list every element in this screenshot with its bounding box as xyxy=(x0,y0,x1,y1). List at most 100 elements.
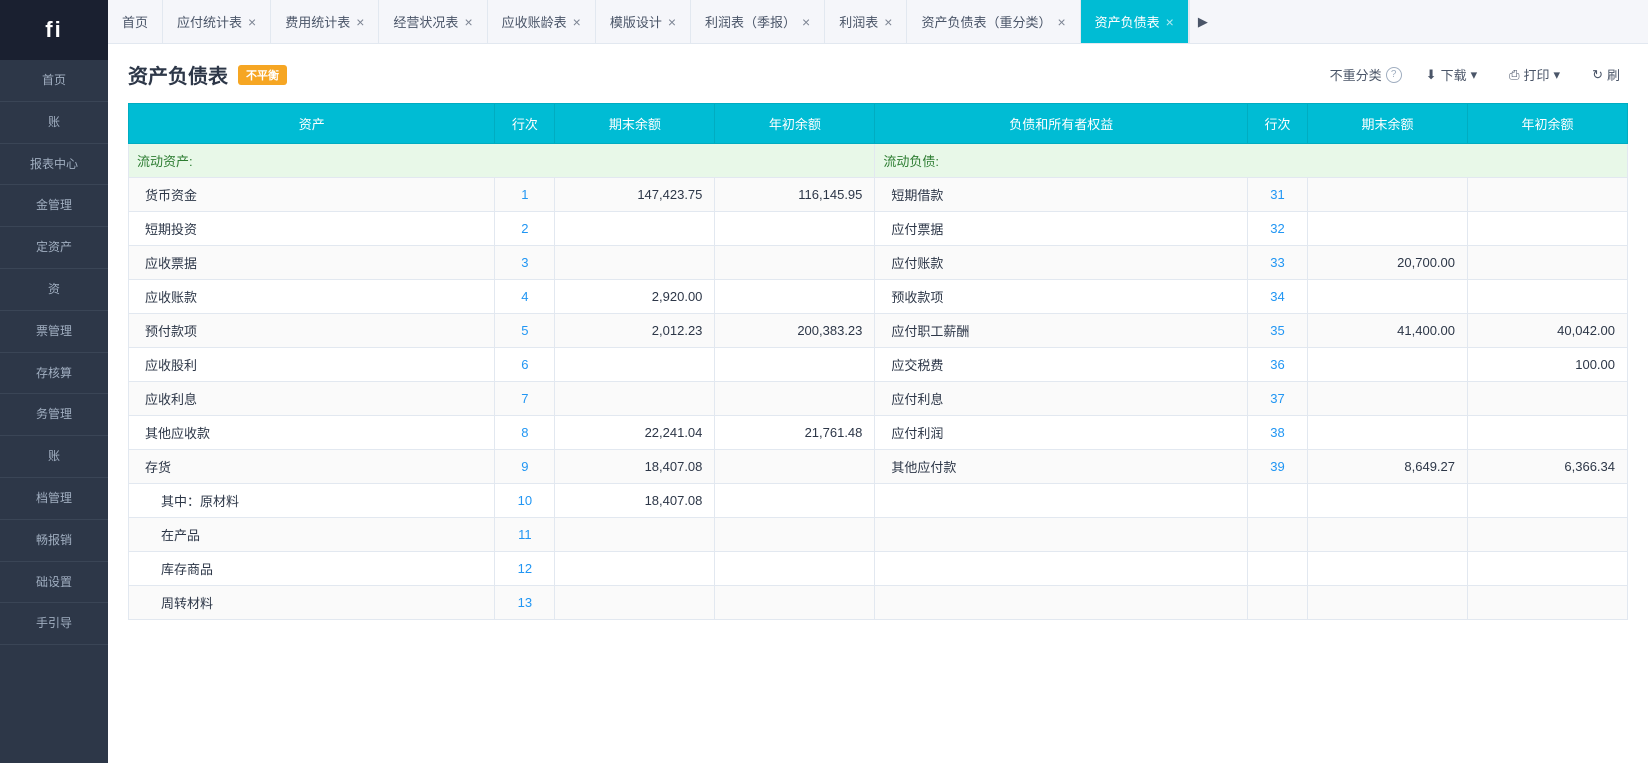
left-name-3[interactable]: 应收票据 xyxy=(129,246,495,280)
right-begin-3[interactable] xyxy=(1468,246,1628,280)
left-begin-9[interactable] xyxy=(715,450,875,484)
right-name-1[interactable]: 短期借款 xyxy=(875,178,1248,212)
left-name-11[interactable]: 在产品 xyxy=(129,518,495,552)
right-end-3[interactable]: 20,700.00 xyxy=(1308,246,1468,280)
left-name-7[interactable]: 应收利息 xyxy=(129,382,495,416)
sidebar-item-investment[interactable]: 资 xyxy=(0,269,108,311)
tab-close-template-design[interactable]: × xyxy=(668,15,676,29)
left-name-6[interactable]: 应收股利 xyxy=(129,348,495,382)
tab-close-payable-stats[interactable]: × xyxy=(248,15,256,29)
right-begin-2[interactable] xyxy=(1468,212,1628,246)
sidebar-item-archive[interactable]: 档管理 xyxy=(0,478,108,520)
sidebar-item-guide[interactable]: 手引导 xyxy=(0,603,108,645)
left-end-4[interactable]: 2,920.00 xyxy=(555,280,715,314)
sidebar-item-expense[interactable]: 畅报销 xyxy=(0,520,108,562)
tab-payable-stats[interactable]: 应付统计表 × xyxy=(163,0,271,44)
tab-close-operation[interactable]: × xyxy=(464,15,472,29)
left-end-7[interactable] xyxy=(555,382,715,416)
right-name-8[interactable]: 应付利润 xyxy=(875,416,1248,450)
right-begin-5[interactable]: 40,042.00 xyxy=(1468,314,1628,348)
right-end-9[interactable]: 8,649.27 xyxy=(1308,450,1468,484)
tab-expense-stats[interactable]: 费用统计表 × xyxy=(271,0,379,44)
left-name-10[interactable]: 其中：原材料 xyxy=(129,484,495,518)
left-begin-11[interactable] xyxy=(715,518,875,552)
right-name-9[interactable]: 其他应付款 xyxy=(875,450,1248,484)
right-begin-1[interactable] xyxy=(1468,178,1628,212)
tab-receivable-aging[interactable]: 应收账龄表 × xyxy=(488,0,596,44)
sidebar-item-tax[interactable]: 务管理 xyxy=(0,394,108,436)
left-name-1[interactable]: 货币资金 xyxy=(129,178,495,212)
left-end-10[interactable]: 18,407.08 xyxy=(555,484,715,518)
left-name-9[interactable]: 存货 xyxy=(129,450,495,484)
sidebar-item-home[interactable]: 首页 xyxy=(0,60,108,102)
left-name-8[interactable]: 其他应收款 xyxy=(129,416,495,450)
left-begin-12[interactable] xyxy=(715,552,875,586)
left-end-3[interactable] xyxy=(555,246,715,280)
left-name-12[interactable]: 库存商品 xyxy=(129,552,495,586)
left-begin-8[interactable]: 21,761.48 xyxy=(715,416,875,450)
right-name-5[interactable]: 应付职工薪酬 xyxy=(875,314,1248,348)
print-button[interactable]: ⎙ 打印 ▾ xyxy=(1501,61,1568,88)
tab-scroll-right[interactable]: ▶ xyxy=(1189,0,1216,44)
left-end-11[interactable] xyxy=(555,518,715,552)
tab-close-balance[interactable]: × xyxy=(1166,15,1174,29)
right-end-4[interactable] xyxy=(1308,280,1468,314)
left-begin-3[interactable] xyxy=(715,246,875,280)
left-begin-10[interactable] xyxy=(715,484,875,518)
right-begin-7[interactable] xyxy=(1468,382,1628,416)
right-name-3[interactable]: 应付账款 xyxy=(875,246,1248,280)
refresh-button[interactable]: ↻ 刷 xyxy=(1584,61,1628,88)
left-end-13[interactable] xyxy=(555,586,715,620)
right-end-8[interactable] xyxy=(1308,416,1468,450)
right-name-4[interactable]: 预收款项 xyxy=(875,280,1248,314)
tab-close-profit[interactable]: × xyxy=(884,15,892,29)
tab-profit-quarterly[interactable]: 利润表（季报） × xyxy=(691,0,825,44)
right-begin-9[interactable]: 6,366.34 xyxy=(1468,450,1628,484)
sidebar-item-fixed-assets[interactable]: 定资产 xyxy=(0,227,108,269)
tab-close-profit-quarterly[interactable]: × xyxy=(802,15,810,29)
help-icon[interactable]: ? xyxy=(1386,67,1402,83)
tab-operation[interactable]: 经营状况表 × xyxy=(379,0,487,44)
left-begin-1[interactable]: 116,145.95 xyxy=(715,178,875,212)
left-begin-7[interactable] xyxy=(715,382,875,416)
left-end-12[interactable] xyxy=(555,552,715,586)
tab-template-design[interactable]: 模版设计 × xyxy=(596,0,691,44)
right-end-7[interactable] xyxy=(1308,382,1468,416)
right-name-6[interactable]: 应交税费 xyxy=(875,348,1248,382)
left-name-4[interactable]: 应收账款 xyxy=(129,280,495,314)
right-name-7[interactable]: 应付利息 xyxy=(875,382,1248,416)
left-begin-5[interactable]: 200,383.23 xyxy=(715,314,875,348)
sidebar-item-inventory[interactable]: 存核算 xyxy=(0,353,108,395)
left-end-2[interactable] xyxy=(555,212,715,246)
tab-balance[interactable]: 资产负债表 × xyxy=(1081,0,1189,44)
tab-close-expense-stats[interactable]: × xyxy=(356,15,364,29)
right-name-2[interactable]: 应付票据 xyxy=(875,212,1248,246)
tab-profit[interactable]: 利润表 × xyxy=(825,0,907,44)
not-reclassify-option[interactable]: 不重分类 ? xyxy=(1330,65,1402,84)
left-name-13[interactable]: 周转材料 xyxy=(129,586,495,620)
tab-close-balance-reclassified[interactable]: × xyxy=(1057,15,1065,29)
left-name-5[interactable]: 预付款项 xyxy=(129,314,495,348)
tab-home[interactable]: 首页 xyxy=(108,0,163,44)
left-name-2[interactable]: 短期投资 xyxy=(129,212,495,246)
right-end-2[interactable] xyxy=(1308,212,1468,246)
right-end-1[interactable] xyxy=(1308,178,1468,212)
sidebar-item-bill-mgmt[interactable]: 票管理 xyxy=(0,311,108,353)
left-end-8[interactable]: 22,241.04 xyxy=(555,416,715,450)
right-begin-4[interactable] xyxy=(1468,280,1628,314)
right-end-5[interactable]: 41,400.00 xyxy=(1308,314,1468,348)
sidebar-item-report-center[interactable]: 报表中心 xyxy=(0,144,108,186)
sidebar-item-fund[interactable]: 金管理 xyxy=(0,185,108,227)
left-end-5[interactable]: 2,012.23 xyxy=(555,314,715,348)
download-button[interactable]: ⬇ 下载 ▾ xyxy=(1418,61,1485,88)
left-end-6[interactable] xyxy=(555,348,715,382)
sidebar-item-ledger[interactable]: 账 xyxy=(0,102,108,144)
right-begin-6[interactable]: 100.00 xyxy=(1468,348,1628,382)
sidebar-item-account[interactable]: 账 xyxy=(0,436,108,478)
left-begin-4[interactable] xyxy=(715,280,875,314)
right-end-6[interactable] xyxy=(1308,348,1468,382)
left-begin-13[interactable] xyxy=(715,586,875,620)
right-begin-8[interactable] xyxy=(1468,416,1628,450)
sidebar-item-settings[interactable]: 础设置 xyxy=(0,562,108,604)
left-end-1[interactable]: 147,423.75 xyxy=(555,178,715,212)
